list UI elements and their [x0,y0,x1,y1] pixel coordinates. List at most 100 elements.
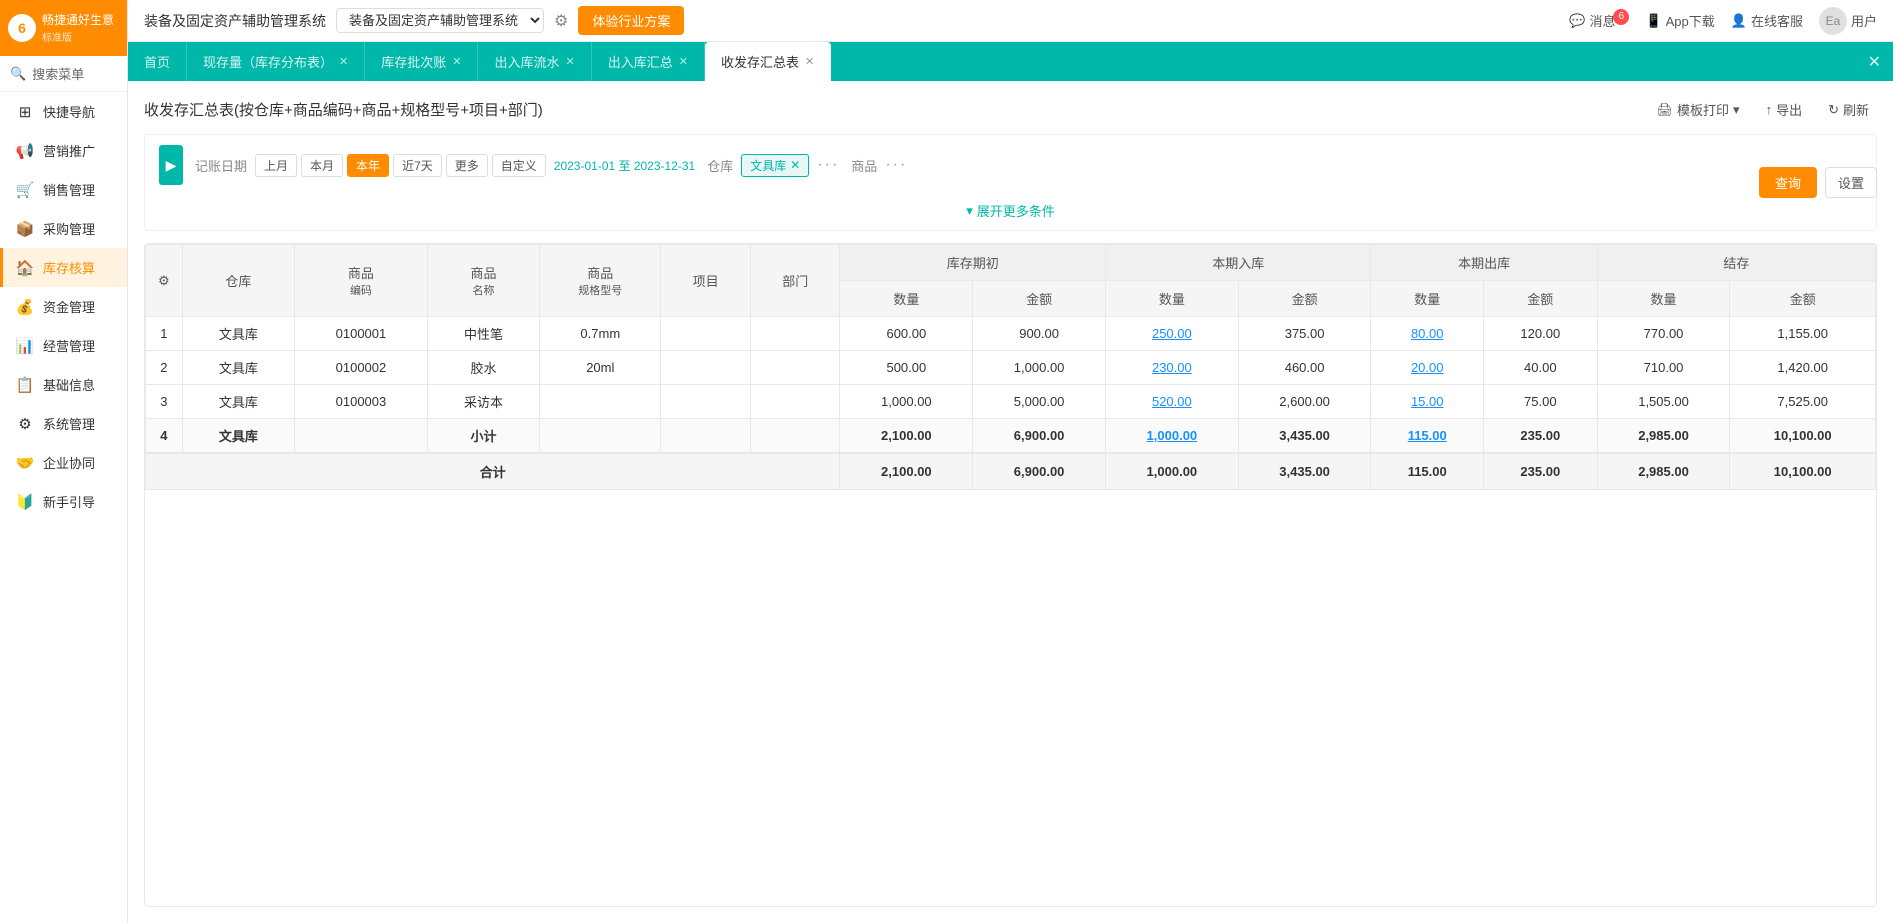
refresh-btn[interactable]: ↻ 刷新 [1820,97,1877,122]
row-code: 0100001 [295,317,428,351]
date-filter-label: 记账日期 [195,156,247,175]
custom-date-btn[interactable]: 自定义 [492,154,546,177]
last-7-days-btn[interactable]: 近7天 [393,154,442,177]
warehouse-tag-close[interactable]: ✕ [790,158,800,172]
total-in-amt: 3,435.00 [1238,453,1371,490]
col-code: 商品编码 [295,245,428,317]
row-no: 3 [146,385,183,419]
user-label: 用户 [1851,11,1877,30]
row-in-amt: 375.00 [1238,317,1371,351]
row-out-qty[interactable]: 20.00 [1371,351,1483,385]
total-close-amt: 10,100.00 [1730,453,1876,490]
nav-icon-basic-info: 📋 [15,376,35,394]
tab-bar: 首页现存量（库存分布表）✕库存批次账✕出入库流水✕出入库汇总✕收发存汇总表✕✕ [128,42,1893,81]
row-in-qty[interactable]: 1,000.00 [1105,419,1238,454]
sidebar-item-finance[interactable]: 💰资金管理 [0,287,127,326]
this-month-btn[interactable]: 本月 [301,154,343,177]
tab-home[interactable]: 首页 [128,42,187,81]
col-name: 商品名称 [427,245,539,317]
date-range-display: 2023-01-01 至 2023-12-31 [554,157,695,174]
export-btn[interactable]: ↑ 导出 [1758,97,1811,122]
sidebar-item-purchase[interactable]: 📦采购管理 [0,209,127,248]
row-no: 1 [146,317,183,351]
row-in-amt: 2,600.00 [1238,385,1371,419]
trial-button[interactable]: 体验行业方案 [578,6,684,35]
warehouse-tag[interactable]: 文具库 ✕ [741,154,809,177]
col-close-amt: 金额 [1730,281,1876,317]
nav-label-system: 系统管理 [43,414,95,433]
sidebar-item-system[interactable]: ⚙系统管理 [0,404,127,443]
avatar: Ea [1819,7,1847,35]
tab-close-batch[interactable]: ✕ [452,55,461,68]
date-filter-section: 记账日期 上月 本月 本年 近7天 更多 自定义 2023-01-01 至 20… [195,154,695,177]
tab-batch[interactable]: 库存批次账✕ [365,42,478,81]
row-name: 采访本 [427,385,539,419]
row-no: 2 [146,351,183,385]
filter-expand-arrow[interactable]: ▶ [159,145,183,185]
print-btn[interactable]: 🖨 模板打印 ▾ [1649,97,1748,122]
total-open-qty: 2,100.00 [840,453,973,490]
row-close-qty: 710.00 [1597,351,1730,385]
total-in-qty: 1,000.00 [1105,453,1238,490]
online-service-btn[interactable]: 👤 在线客服 [1731,11,1803,30]
row-out-qty[interactable]: 80.00 [1371,317,1483,351]
total-open-amt: 6,900.00 [973,453,1106,490]
tab-stock-dist[interactable]: 现存量（库存分布表）✕ [187,42,365,81]
sidebar-item-marketing[interactable]: 📢营销推广 [0,131,127,170]
sidebar-item-basic-info[interactable]: 📋基础信息 [0,365,127,404]
row-out-qty[interactable]: 115.00 [1371,419,1483,454]
user-menu[interactable]: Ea 用户 [1819,7,1877,35]
sidebar-item-inventory[interactable]: 🏠 库存核算 [0,248,127,287]
last-month-btn[interactable]: 上月 [255,154,297,177]
row-open-amt: 900.00 [973,317,1106,351]
system-dropdown[interactable]: 装备及固定资产辅助管理系统 [336,8,544,33]
col-in-group: 本期入库 [1105,245,1371,281]
sidebar-search[interactable]: 🔍 搜索菜单 [0,56,127,92]
table-row: 2文具库0100002胶水20ml500.001,000.00230.00460… [146,351,1876,385]
nav-icon-operations: 📊 [15,337,35,355]
sidebar-item-guide[interactable]: 🔰新手引导 [0,482,127,521]
this-year-btn[interactable]: 本年 [347,154,389,177]
row-in-amt: 460.00 [1238,351,1371,385]
filter-bar: ▶ 记账日期 上月 本月 本年 近7天 更多 自定义 2023-01-01 至 … [144,134,1877,231]
row-out-qty[interactable]: 15.00 [1371,385,1483,419]
sidebar-item-sales[interactable]: 🛒销售管理 [0,170,127,209]
tab-close-flow[interactable]: ✕ [566,55,575,68]
row-code [295,419,428,454]
topbar-settings-icon[interactable]: ⚙ [554,11,568,31]
tab-close-summary[interactable]: ✕ [679,55,688,68]
tab-close-stock-dist[interactable]: ✕ [339,55,348,68]
row-warehouse: 文具库 [182,419,294,454]
total-out-amt: 235.00 [1483,453,1597,490]
warehouse-more[interactable]: ··· [817,156,839,174]
row-out-amt: 235.00 [1483,419,1597,454]
table-header-row1: ⚙ 仓库 商品编码 商品名称 商品规格型号 项目 部门 库存期初 本期入库 本期… [146,245,1876,281]
tab-summary[interactable]: 出入库汇总✕ [592,42,705,81]
app-logo: 6 畅捷通好生意 标准版 [0,0,127,56]
row-open-qty: 1,000.00 [840,385,973,419]
query-button[interactable]: 查询 [1759,167,1817,198]
nav-label-purchase: 采购管理 [43,219,95,238]
tab-recv-send[interactable]: 收发存汇总表✕ [705,42,831,81]
row-project [661,385,751,419]
more-date-btn[interactable]: 更多 [446,154,488,177]
sidebar-item-enterprise[interactable]: 🤝企业协同 [0,443,127,482]
row-in-qty[interactable]: 250.00 [1105,317,1238,351]
expand-more-conditions[interactable]: ▾ 展开更多条件 [966,201,1055,220]
row-in-qty[interactable]: 230.00 [1105,351,1238,385]
row-project [661,419,751,454]
row-in-qty[interactable]: 520.00 [1105,385,1238,419]
messages-btn[interactable]: 💬 消息 6 [1569,11,1629,30]
tab-flow[interactable]: 出入库流水✕ [478,42,591,81]
goods-more[interactable]: ··· [885,156,907,174]
sidebar-item-quick-nav[interactable]: ⊞快捷导航 [0,92,127,131]
nav-label-inventory: 库存核算 [43,258,95,277]
app-download-btn[interactable]: 📱 App下载 [1645,11,1714,30]
settings-button[interactable]: 设置 [1825,167,1877,198]
nav-icon-inventory: 🏠 [15,259,35,277]
tab-close-recv-send[interactable]: ✕ [805,55,814,68]
row-no: 4 [146,419,183,454]
col-settings[interactable]: ⚙ [146,245,183,317]
sidebar-item-operations[interactable]: 📊经营管理 [0,326,127,365]
tabs-close-all[interactable]: ✕ [1856,52,1893,72]
